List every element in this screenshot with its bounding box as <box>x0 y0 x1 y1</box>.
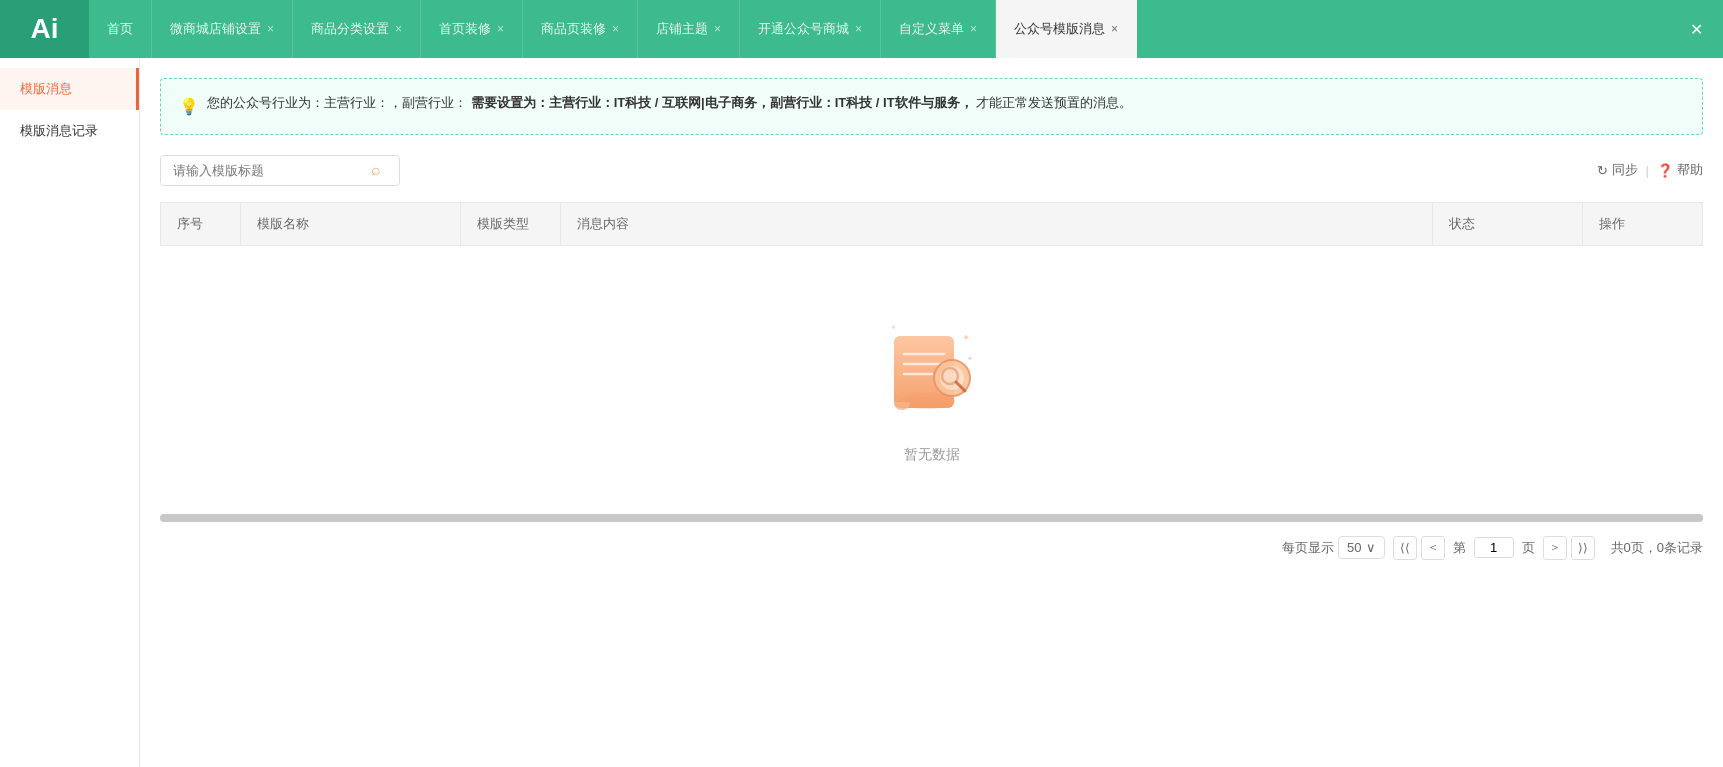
empty-svg: ✦ ✦ ✦ <box>872 306 992 426</box>
empty-row: ✦ ✦ ✦ 暂无数据 <box>161 245 1703 504</box>
notice-icon: 💡 <box>179 94 199 120</box>
empty-illustration: ✦ ✦ ✦ <box>872 306 992 426</box>
tab-close-category[interactable]: × <box>395 22 402 36</box>
prev-page-button[interactable]: ＜ <box>1421 536 1445 560</box>
table-body: ✦ ✦ ✦ 暂无数据 <box>161 245 1703 504</box>
tab-close-custom-menu[interactable]: × <box>970 22 977 36</box>
svg-text:✦: ✦ <box>962 332 970 343</box>
table-header-row: 序号模版名称模版类型消息内容状态操作 <box>161 202 1703 245</box>
actions-divider: | <box>1646 163 1649 178</box>
next-page-button[interactable]: ＞ <box>1543 536 1567 560</box>
nav-tab-category[interactable]: 商品分类设置× <box>293 0 421 58</box>
page-total: 共0页，0条记录 <box>1611 539 1703 557</box>
main-layout: 模版消息模版消息记录 💡 您的公众号行业为：主营行业：，副营行业： 需要设置为：… <box>0 58 1723 767</box>
page-size-dropdown[interactable]: 50 ∨ <box>1338 536 1384 559</box>
nav-tab-mall[interactable]: 开通公众号商城× <box>740 0 881 58</box>
search-actions: ↻ 同步 | ❓ 帮助 <box>1597 161 1703 179</box>
nav-tab-theme[interactable]: 店铺主题× <box>638 0 740 58</box>
sidebar-item-template-msg[interactable]: 模版消息 <box>0 68 139 110</box>
tab-close-product-page[interactable]: × <box>612 22 619 36</box>
page-size-select: 每页显示 50 ∨ <box>1282 536 1384 559</box>
tab-close-template-msg[interactable]: × <box>1111 22 1118 36</box>
nav-tab-weishop[interactable]: 微商城店铺设置× <box>152 0 293 58</box>
page-nav: ⟨⟨ ＜ 第 页 ＞ ⟩⟩ <box>1393 536 1595 560</box>
help-icon: ❓ <box>1657 163 1673 178</box>
chevron-down-icon: ∨ <box>1366 540 1376 555</box>
sync-icon: ↻ <box>1597 163 1608 178</box>
sidebar-item-template-record[interactable]: 模版消息记录 <box>0 110 139 152</box>
nav-tab-home[interactable]: 首页 <box>89 0 152 58</box>
tab-close-mall[interactable]: × <box>855 22 862 36</box>
search-input-wrap: ⌕ <box>160 155 400 186</box>
logo: Ai <box>0 0 89 58</box>
col-header-content: 消息内容 <box>561 202 1433 245</box>
notice-text: 您的公众号行业为：主营行业：，副营行业： 需要设置为：主营行业：IT科技 / 互… <box>207 93 1132 114</box>
col-header-name: 模版名称 <box>241 202 461 245</box>
pagination: 每页显示 50 ∨ ⟨⟨ ＜ 第 页 ＞ ⟩⟩ 共0页，0条记录 <box>160 536 1703 560</box>
sidebar: 模版消息模版消息记录 <box>0 58 140 767</box>
nav-tab-homepage[interactable]: 首页装修× <box>421 0 523 58</box>
svg-text:✦: ✦ <box>967 355 973 362</box>
tab-close-homepage[interactable]: × <box>497 22 504 36</box>
first-page-button[interactable]: ⟨⟨ <box>1393 536 1417 560</box>
last-page-button[interactable]: ⟩⟩ <box>1571 536 1595 560</box>
help-button[interactable]: ❓ 帮助 <box>1657 161 1703 179</box>
search-button[interactable]: ⌕ <box>361 161 391 179</box>
notice-box: 💡 您的公众号行业为：主营行业：，副营行业： 需要设置为：主营行业：IT科技 /… <box>160 78 1703 135</box>
nav-tabs: 首页微商城店铺设置×商品分类设置×首页装修×商品页装修×店铺主题×开通公众号商城… <box>89 0 1670 58</box>
nav-tab-custom-menu[interactable]: 自定义菜单× <box>881 0 996 58</box>
tab-close-theme[interactable]: × <box>714 22 721 36</box>
nav-tab-template-msg[interactable]: 公众号模版消息× <box>996 0 1137 58</box>
page-number-input[interactable] <box>1474 537 1514 558</box>
search-bar: ⌕ ↻ 同步 | ❓ 帮助 <box>160 155 1703 186</box>
search-input[interactable] <box>161 156 361 185</box>
col-header-action: 操作 <box>1583 202 1703 245</box>
content-area: 💡 您的公众号行业为：主营行业：，副营行业： 需要设置为：主营行业：IT科技 /… <box>140 58 1723 767</box>
data-table: 序号模版名称模版类型消息内容状态操作 <box>160 202 1703 504</box>
close-all-button[interactable]: ✕ <box>1670 20 1723 39</box>
tab-close-weishop[interactable]: × <box>267 22 274 36</box>
empty-state: ✦ ✦ ✦ 暂无数据 <box>161 246 1703 504</box>
scrollbar-thumb[interactable] <box>160 514 1703 522</box>
top-nav: Ai 首页微商城店铺设置×商品分类设置×首页装修×商品页装修×店铺主题×开通公众… <box>0 0 1723 58</box>
table-head: 序号模版名称模版类型消息内容状态操作 <box>161 202 1703 245</box>
empty-text: 暂无数据 <box>161 446 1703 464</box>
table-scrollbar[interactable] <box>160 514 1703 522</box>
col-header-status: 状态 <box>1433 202 1583 245</box>
col-header-seq: 序号 <box>161 202 241 245</box>
nav-tab-product-page[interactable]: 商品页装修× <box>523 0 638 58</box>
col-header-type: 模版类型 <box>461 202 561 245</box>
svg-text:✦: ✦ <box>890 323 897 332</box>
sync-button[interactable]: ↻ 同步 <box>1597 161 1638 179</box>
